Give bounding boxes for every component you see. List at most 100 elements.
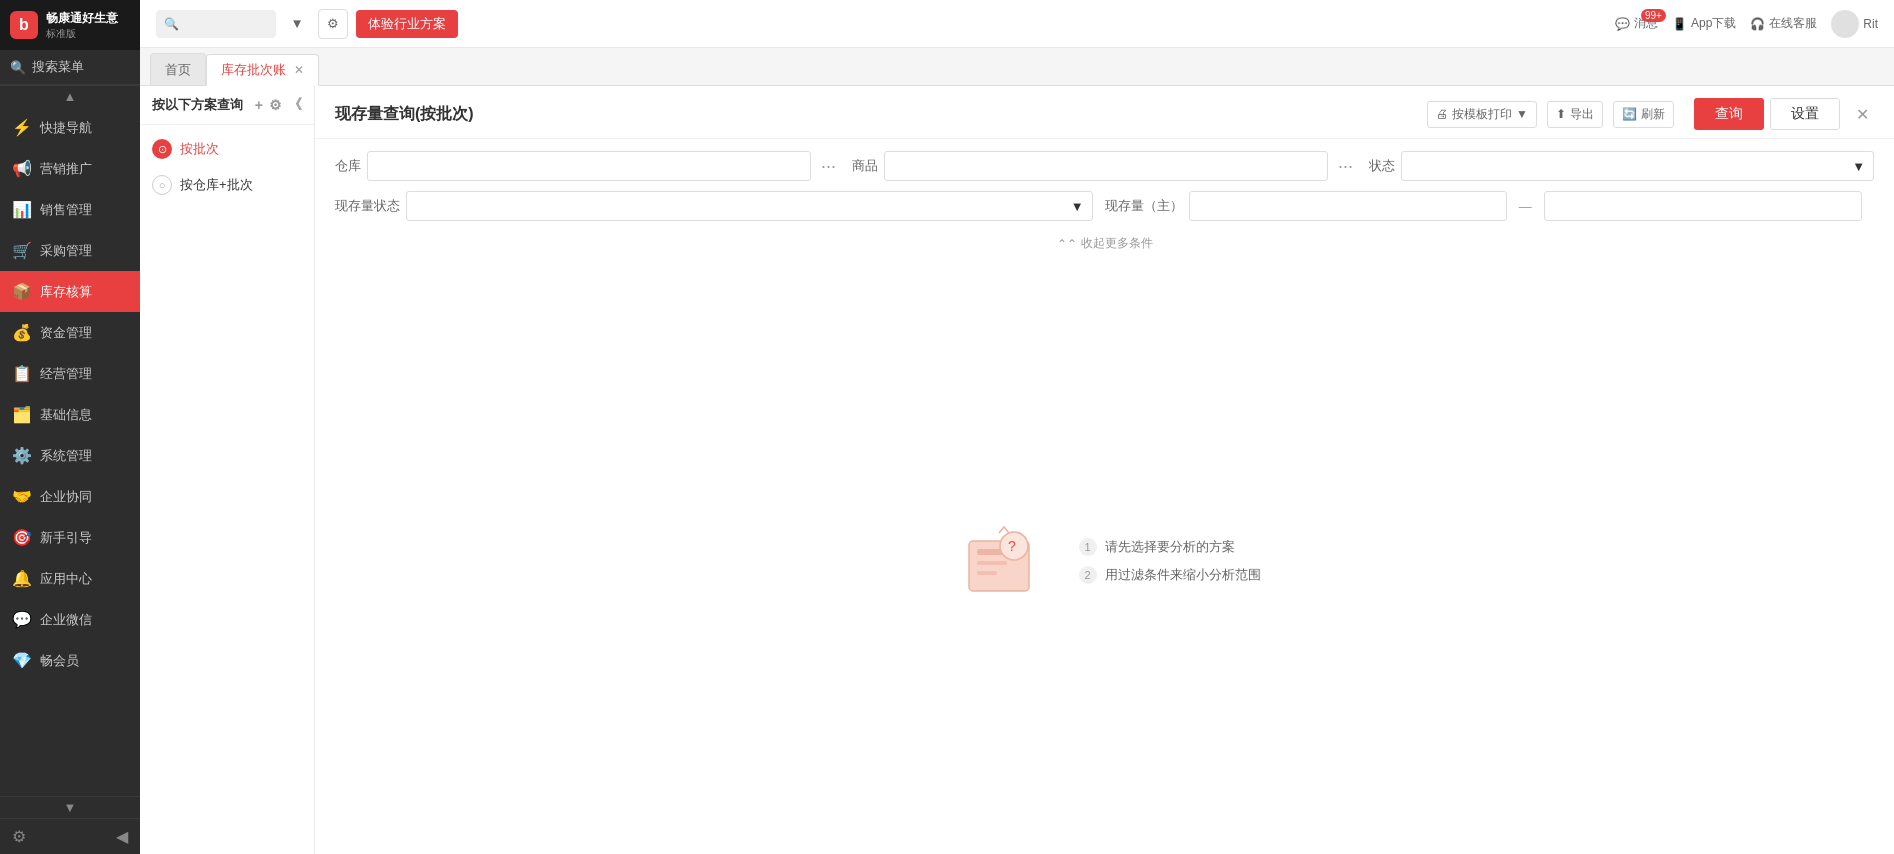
nav-label-purchase: 采购管理 <box>40 242 92 260</box>
nav-label-newuser: 新手引导 <box>40 529 92 547</box>
nav-label-system: 系统管理 <box>40 447 92 465</box>
collapse-label: 收起更多条件 <box>1081 235 1153 252</box>
hint-item-2: 2 用过滤条件来缩小分析范围 <box>1079 566 1261 584</box>
query-button[interactable]: 查询 <box>1694 98 1764 130</box>
sidebar-scroll-down[interactable]: ▼ <box>0 796 140 818</box>
product-input[interactable] <box>884 151 1328 181</box>
scheme-settings-btn[interactable]: ⚙ <box>269 97 282 113</box>
hint-text-1: 请先选择要分析的方案 <box>1105 538 1235 556</box>
filter-row-2: 现存量状态 ▼ 现存量（主） — <box>335 191 1874 221</box>
message-badge: 99+ <box>1641 9 1666 22</box>
empty-icon: ? <box>949 511 1049 611</box>
trial-button[interactable]: 体验行业方案 <box>356 10 458 38</box>
status-label: 状态 <box>1369 157 1395 175</box>
warehouse-input[interactable] <box>367 151 811 181</box>
dropdown-arrow-icon: ▼ <box>1516 107 1528 121</box>
stock-status-label: 现存量状态 <box>335 197 400 215</box>
warehouse-group: 仓库 ··· <box>335 151 840 181</box>
set-button[interactable]: 设置 <box>1770 98 1840 130</box>
sidebar-item-newuser[interactable]: 🎯 新手引导 <box>0 517 140 558</box>
left-panel-header: 按以下方案查询 + ⚙ 《 <box>140 86 314 125</box>
page-actions: 🖨 按模板打印 ▼ ⬆ 导出 🔄 刷新 查询 设置 <box>1427 98 1874 130</box>
nav-icon-sales: 📊 <box>12 200 32 219</box>
sidebar-item-basics[interactable]: 🗂️基础信息 <box>0 394 140 435</box>
nav-label-finance: 资金管理 <box>40 324 92 342</box>
dropdown-btn[interactable]: ▼ <box>284 11 310 37</box>
nav-icon-inventory: 📦 <box>12 282 32 301</box>
nav-label-vip: 畅会员 <box>40 652 79 670</box>
nav-icon-newuser: 🎯 <box>12 528 32 547</box>
svg-rect-3 <box>977 571 997 575</box>
user-group[interactable]: Rit <box>1831 10 1878 38</box>
sidebar-item-appstore[interactable]: 🔔应用中心 <box>0 558 140 599</box>
service-icon: 🎧 <box>1750 17 1765 31</box>
main-content: 🔍 ▼ ⚙ 体验行业方案 💬 消息 99+ 📱 App下载 🎧 在线客服 Ri <box>140 0 1894 854</box>
sidebar-item-finance[interactable]: 💰资金管理 <box>0 312 140 353</box>
hint-num-1: 1 <box>1079 538 1097 556</box>
search-menu-item[interactable]: 🔍 搜索菜单 <box>0 50 140 85</box>
phone-icon: 📱 <box>1672 17 1687 31</box>
stock-status-select[interactable]: ▼ <box>406 191 1093 221</box>
scheme-list: ⊙按批次○按仓库+批次 <box>140 125 314 209</box>
nav-label-enterprise: 企业协同 <box>40 488 92 506</box>
sidebar-item-operations[interactable]: 📋 经营管理 <box>0 353 140 394</box>
warehouse-more-btn[interactable]: ··· <box>817 156 840 177</box>
online-service-group[interactable]: 🎧 在线客服 <box>1750 15 1817 32</box>
sidebar-item-quick-nav[interactable]: ⚡快捷导航 <box>0 107 140 148</box>
settings-icon[interactable]: ⚙ <box>12 827 26 846</box>
add-scheme-btn[interactable]: + <box>255 97 263 113</box>
stock-qty-dash: — <box>1513 199 1538 214</box>
print-btn[interactable]: 🖨 按模板打印 ▼ <box>1427 101 1537 128</box>
sidebar-item-system[interactable]: ⚙️系统管理 <box>0 435 140 476</box>
message-group[interactable]: 💬 消息 99+ <box>1615 15 1658 32</box>
sidebar-item-enterprise[interactable]: 🤝企业协同 <box>0 476 140 517</box>
sidebar-item-wechat[interactable]: 💬企业微信 <box>0 599 140 640</box>
page-title: 现存量查询(按批次) <box>335 104 474 125</box>
nav-label-marketing: 营销推广 <box>40 160 92 178</box>
gear-btn[interactable]: ⚙ <box>318 9 348 39</box>
refresh-btn[interactable]: 🔄 刷新 <box>1613 101 1674 128</box>
filter-row-1: 仓库 ··· 商品 ··· 状态 ▼ <box>335 151 1874 181</box>
sidebar-item-vip[interactable]: 💎畅会员 <box>0 640 140 681</box>
scheme-item-warehouse-batch[interactable]: ○按仓库+批次 <box>140 167 314 203</box>
status-group: 状态 ▼ <box>1369 151 1874 181</box>
svg-rect-2 <box>977 561 1007 565</box>
stock-qty-from-input[interactable] <box>1189 191 1507 221</box>
nav-icon-operations: 📋 <box>12 364 32 383</box>
filter-area: 仓库 ··· 商品 ··· 状态 ▼ <box>315 139 1894 268</box>
sidebar: b 畅康通好生意 标准版 🔍 搜索菜单 ▲ ⚡快捷导航📢营销推广📊销售管理🛒采购… <box>0 0 140 854</box>
app-download-group[interactable]: 📱 App下载 <box>1672 15 1736 32</box>
sidebar-item-inventory[interactable]: 📦库存核算 <box>0 271 140 312</box>
app-logo: b <box>10 11 38 39</box>
warehouse-label: 仓库 <box>335 157 361 175</box>
stock-qty-label: 现存量（主） <box>1105 197 1183 215</box>
status-dropdown-icon: ▼ <box>1852 159 1865 174</box>
close-panel-btn[interactable]: ✕ <box>1850 102 1874 126</box>
stock-qty-group: 现存量（主） — <box>1105 191 1863 221</box>
tab-close-batch-inventory[interactable]: ✕ <box>294 63 304 77</box>
topbar-search-box[interactable]: 🔍 <box>156 10 276 38</box>
stock-qty-to-input[interactable] <box>1544 191 1862 221</box>
export-btn[interactable]: ⬆ 导出 <box>1547 101 1603 128</box>
collapse-panel-btn[interactable]: 《 <box>288 96 302 114</box>
export-icon: ⬆ <box>1556 107 1566 121</box>
sidebar-item-marketing[interactable]: 📢营销推广 <box>0 148 140 189</box>
sidebar-item-purchase[interactable]: 🛒采购管理 <box>0 230 140 271</box>
nav-icon-quick-nav: ⚡ <box>12 118 32 137</box>
product-label: 商品 <box>852 157 878 175</box>
collapse-row[interactable]: ⌃⌃ 收起更多条件 <box>335 231 1874 256</box>
scheme-label-warehouse-batch: 按仓库+批次 <box>180 176 253 194</box>
company-name: 畅康通好生意 <box>46 10 118 27</box>
left-panel-actions: + ⚙ 《 <box>255 96 302 114</box>
tab-home[interactable]: 首页 <box>150 53 206 85</box>
status-select[interactable]: ▼ <box>1401 151 1874 181</box>
nav-label-operations: 经营管理 <box>40 365 92 383</box>
sidebar-item-sales[interactable]: 📊销售管理 <box>0 189 140 230</box>
scheme-item-batch[interactable]: ⊙按批次 <box>140 131 314 167</box>
collapse-icon[interactable]: ◀ <box>116 827 128 846</box>
svg-text:?: ? <box>1008 538 1016 554</box>
sidebar-scroll-up[interactable]: ▲ <box>0 85 140 107</box>
tab-batch-inventory[interactable]: 库存批次账✕ <box>206 54 319 86</box>
product-more-btn[interactable]: ··· <box>1334 156 1357 177</box>
collapse-up-icon: ⌃⌃ <box>1057 237 1077 251</box>
